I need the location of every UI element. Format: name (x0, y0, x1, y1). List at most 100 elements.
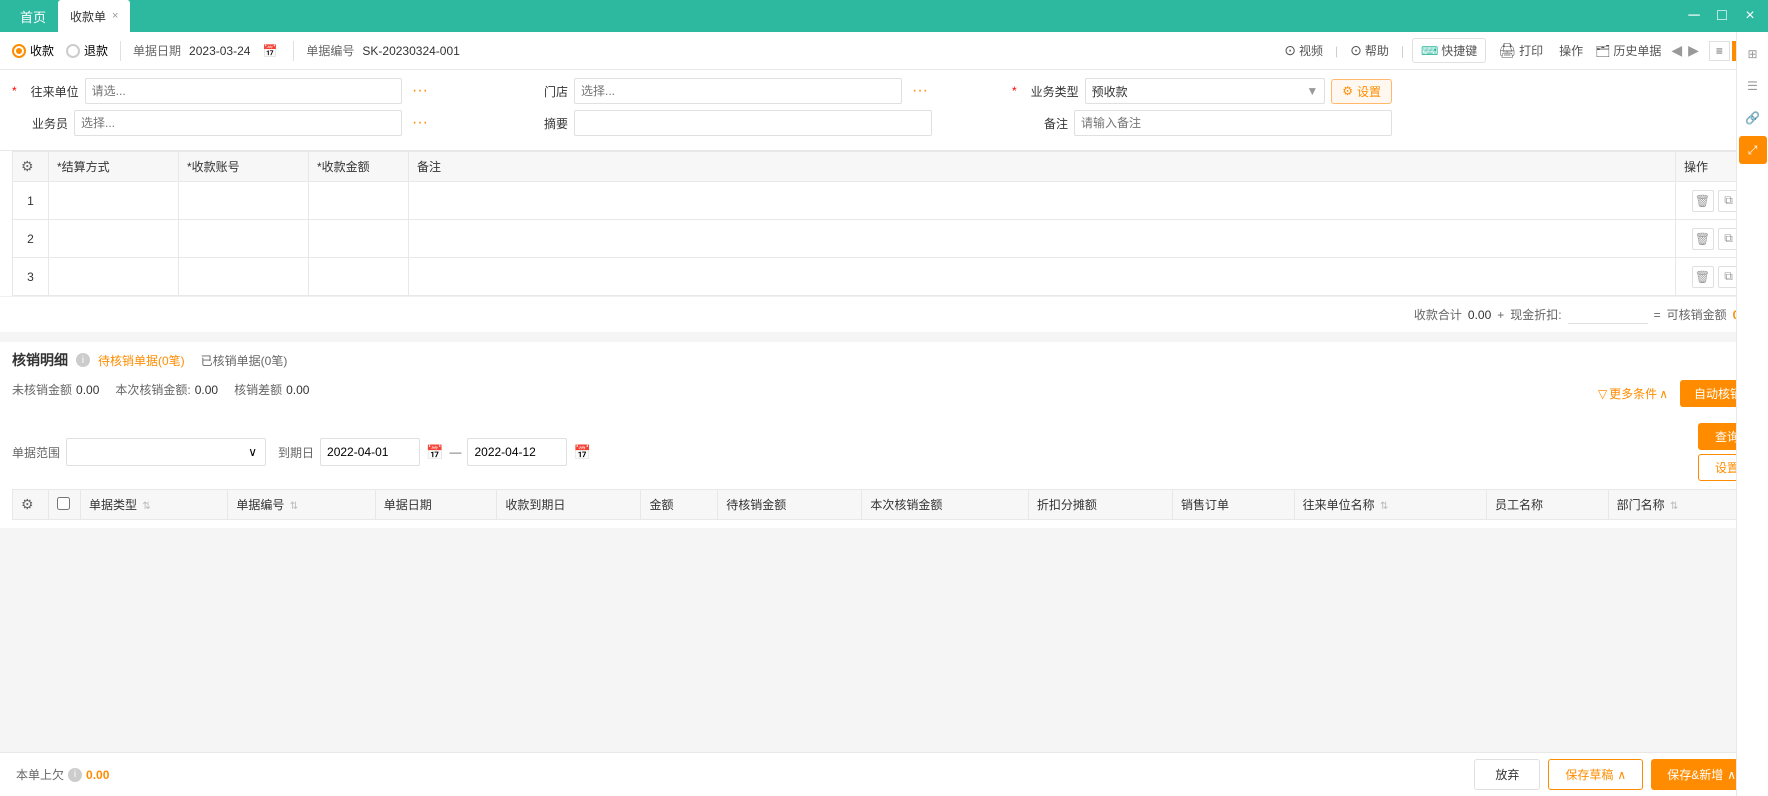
sidebar-clip-icon[interactable]: 🔗 (1739, 104, 1767, 132)
table-settings-icon[interactable]: ⚙ (21, 158, 34, 174)
bottom-table-gear-icon[interactable]: ⚙ (21, 496, 34, 512)
remark-cell-1[interactable] (409, 182, 1676, 220)
done-tab[interactable]: 已核销单据(0笔) (201, 352, 288, 369)
pending-tab[interactable]: 待核销单据(0笔) (98, 352, 185, 369)
calendar-icon[interactable]: 📅 (262, 44, 277, 58)
radio-refund[interactable]: 退款 (66, 42, 108, 59)
counterpart-label: 往来单位 (23, 83, 79, 100)
tab-home[interactable]: 首页 (8, 0, 58, 32)
salesperson-more-btn[interactable]: ··· (408, 114, 432, 132)
divider-1 (120, 41, 121, 61)
amount-cell-3[interactable] (309, 258, 409, 296)
list-view-btn[interactable]: ≡ (1709, 41, 1730, 61)
sort-icon-docnum: ⇅ (290, 501, 298, 512)
delete-icon-3[interactable]: 🗑 (1692, 266, 1714, 288)
summary-input[interactable] (574, 110, 932, 136)
sidebar-table-icon[interactable]: ⊞ (1739, 40, 1767, 68)
pay-method-cell-2[interactable] (49, 220, 179, 258)
date-from-input[interactable] (320, 438, 420, 466)
next-arrow[interactable]: ▶ (1686, 42, 1701, 59)
tab-bar: 首页 收款单 × ─ □ × (0, 0, 1768, 32)
col-amount: 金额 (641, 490, 718, 520)
remark-cell-2[interactable] (409, 220, 1676, 258)
carry-over-info-icon[interactable]: i (68, 768, 82, 782)
shop-input[interactable] (574, 78, 902, 104)
remark-input[interactable] (1074, 110, 1392, 136)
discard-button[interactable]: 放弃 (1474, 759, 1540, 790)
shop-field: 门店 ··· (512, 78, 932, 104)
this-time-label: 本次核销金额: (115, 381, 190, 398)
amount-cell-2[interactable] (309, 220, 409, 258)
counterpart-field: * 往来单位 ··· (12, 78, 432, 104)
nav-arrows: ◀ ▶ (1669, 42, 1701, 59)
shortcut-button[interactable]: ⌨ 快捷键 (1412, 38, 1486, 63)
row-idx-1: 1 (13, 182, 49, 220)
pay-method-cell-3[interactable] (49, 258, 179, 296)
account-cell-2[interactable] (179, 220, 309, 258)
account-cell-1[interactable] (179, 182, 309, 220)
range-select[interactable]: ∨ (66, 438, 266, 466)
payment-type-radio: 收款 退款 (12, 42, 108, 59)
sidebar-expand-icon[interactable]: ⤢ (1739, 136, 1767, 164)
writeoff-section: 核销明细 i 待核销单据(0笔) 已核销单据(0笔) 未核销金额 0.00 本次… (0, 342, 1768, 528)
pay-method-cell-1[interactable] (49, 182, 179, 220)
sort-icon-dept: ⇅ (1670, 501, 1678, 512)
footer: 本单上欠 i 0.00 放弃 保存草稿 ∧ 保存&新增 ∧ (0, 752, 1768, 796)
available-label: 可核销金额 (1667, 306, 1727, 323)
business-type-select[interactable]: 预收款 ▼ (1085, 78, 1326, 104)
date-from-icon[interactable]: 📅 (426, 444, 443, 461)
col-this-time-amount: 本次核销金额 (862, 490, 1029, 520)
amount-cell-1[interactable] (309, 182, 409, 220)
settings-button[interactable]: ⚙ 设置 (1331, 79, 1392, 104)
number-value: SK-20230324-001 (362, 44, 459, 58)
total-label: 收款合计 (1414, 306, 1462, 323)
salesperson-input[interactable] (74, 110, 402, 136)
account-cell-3[interactable] (179, 258, 309, 296)
salesperson-field: 业务员 ··· (12, 110, 432, 136)
help-button[interactable]: ⊙ 帮助 (1346, 40, 1393, 61)
minimize-button[interactable]: ─ (1684, 7, 1704, 25)
video-button[interactable]: ⊙ 视频 (1280, 40, 1327, 61)
tab-close-icon[interactable]: × (112, 10, 118, 22)
writeoff-info-icon[interactable]: i (76, 353, 90, 367)
close-button[interactable]: × (1740, 7, 1760, 25)
radio-refund-dot (66, 44, 80, 58)
form-area: * 往来单位 ··· 门店 ··· * 业务类型 预收款 ▼ (0, 70, 1768, 151)
radio-receive-label: 收款 (30, 42, 54, 59)
form-row-1: * 往来单位 ··· 门店 ··· * 业务类型 预收款 ▼ (12, 78, 1756, 104)
prev-arrow[interactable]: ◀ (1669, 42, 1684, 59)
delete-icon-2[interactable]: 🗑 (1692, 228, 1714, 250)
col-doc-type: 单据类型 ⇅ (81, 490, 228, 520)
save-draft-button[interactable]: 保存草稿 ∧ (1548, 759, 1643, 790)
due-date-label: 到期日 (278, 444, 314, 461)
counterpart-input[interactable] (85, 78, 402, 104)
col-employee: 员工名称 (1486, 490, 1608, 520)
col-sales-order: 销售订单 (1173, 490, 1295, 520)
delete-icon-1[interactable]: 🗑 (1692, 190, 1714, 212)
counterpart-more-btn[interactable]: ··· (408, 82, 432, 100)
select-all-checkbox[interactable] (57, 497, 70, 510)
more-conditions-btn[interactable]: ▽ 更多条件 ∧ (1598, 385, 1668, 402)
discount-input[interactable] (1568, 305, 1648, 324)
divider-2 (293, 41, 294, 61)
table-icon: ⊞ (1747, 47, 1757, 61)
date-separator: — (449, 445, 461, 459)
remark-cell-3[interactable] (409, 258, 1676, 296)
operate-button[interactable]: 操作 (1555, 40, 1587, 61)
tab-active[interactable]: 收款单 × (58, 0, 130, 32)
maximize-button[interactable]: □ (1712, 7, 1732, 25)
print-button[interactable]: 🖨 打印 (1494, 40, 1547, 61)
date-to-input[interactable] (467, 438, 567, 466)
radio-receive[interactable]: 收款 (12, 42, 54, 59)
keyboard-icon: ⌨ (1421, 44, 1438, 58)
table-header-row: ⚙ *结算方式 *收款账号 *收款金额 备注 操作 (13, 152, 1756, 182)
date-to-icon[interactable]: 📅 (573, 444, 590, 461)
col-pay-method-header: *结算方式 (49, 152, 179, 182)
carry-over-label: 本单上欠 (16, 766, 64, 783)
shop-more-btn[interactable]: ··· (908, 82, 932, 100)
equals-sign: = (1654, 308, 1661, 322)
tab-active-label: 收款单 (70, 8, 106, 25)
sidebar-doc-icon[interactable]: ☰ (1739, 72, 1767, 100)
history-button[interactable]: 🗂 历史单据 (1595, 42, 1661, 59)
payment-table-section: ⚙ *结算方式 *收款账号 *收款金额 备注 操作 (0, 151, 1768, 296)
